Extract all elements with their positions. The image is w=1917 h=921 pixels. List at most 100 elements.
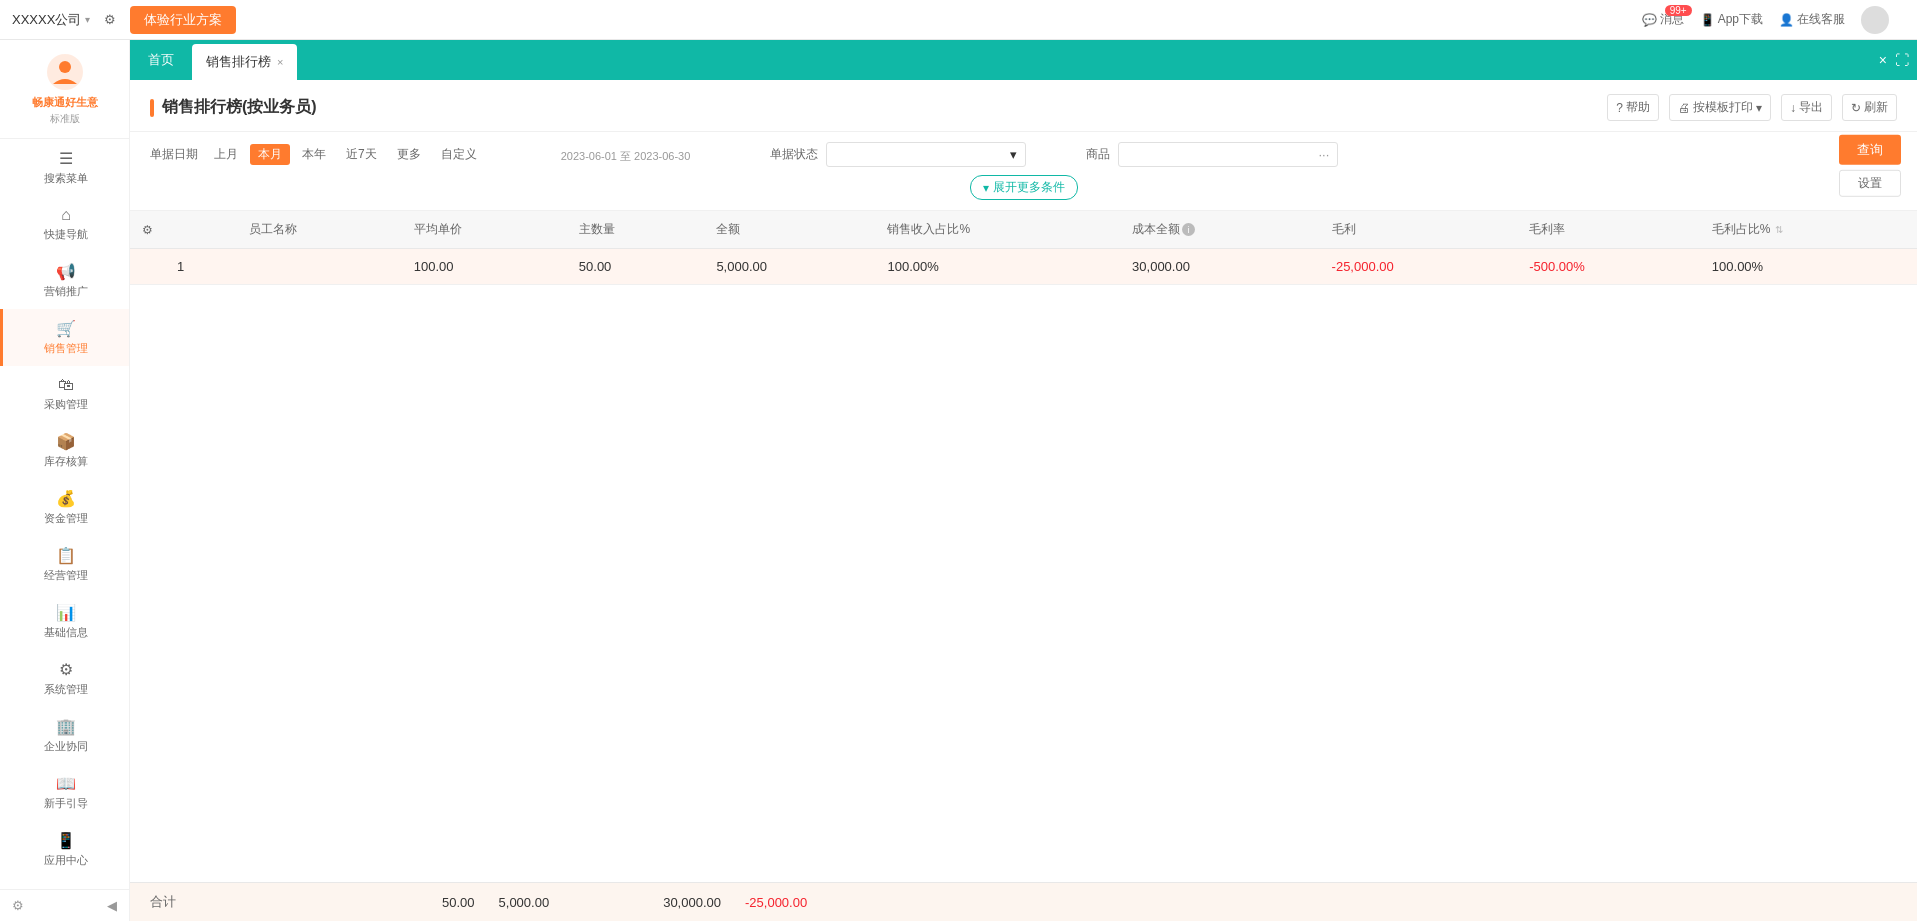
filter-row: 单据日期 上月 本月 本年 近7天 更多 自定义 2023-06-0 — [150, 142, 1897, 167]
table-wrapper: ⚙ 员工名称 平均单价 主数量 全额 销售收入占比% 成本全额 i — [130, 211, 1917, 882]
settings-button[interactable]: 设置 — [1839, 169, 1901, 196]
help-button[interactable]: ? 帮助 — [1607, 94, 1659, 121]
help-icon: ? — [1616, 101, 1623, 115]
tab-bar: 首页 销售排行榜 × × ⛶ — [130, 40, 1917, 80]
sidebar-label-inventory: 库存核算 — [44, 454, 88, 469]
home-icon: ⌂ — [61, 206, 71, 224]
sidebar-item-guide[interactable]: 📖 新手引导 — [0, 764, 129, 821]
window-maximize-icon[interactable]: ⛶ — [1895, 52, 1909, 68]
sidebar-item-system[interactable]: ⚙ 系统管理 — [0, 650, 129, 707]
summary-row: 合计 50.00 5,000.00 30,000.00 -25,000.00 — [130, 882, 1917, 921]
sidebar-settings-icon[interactable]: ⚙ — [12, 898, 24, 913]
sidebar-item-sales[interactable]: 🛒 销售管理 — [0, 309, 129, 366]
status-select[interactable]: ▾ — [826, 142, 1026, 167]
sidebar-item-operation[interactable]: 📋 经营管理 — [0, 536, 129, 593]
service-icon: 👤 — [1779, 13, 1794, 27]
summary-label: 合计 — [150, 893, 230, 911]
export-label: 导出 — [1799, 99, 1823, 116]
company-selector[interactable]: XXXXX公司 ▾ — [12, 11, 90, 29]
page-header: 销售排行榜(按业务员) ? 帮助 🖨 按模板打印 ▾ ↓ 导出 — [130, 80, 1917, 132]
cell-sales-pct: 100.00% — [875, 249, 1120, 285]
sidebar-item-quicknav[interactable]: ⌂ 快捷导航 — [0, 196, 129, 252]
app-label: App下载 — [1718, 11, 1763, 28]
tab-bar-right: × ⛶ — [1871, 40, 1917, 80]
more-dots-icon[interactable]: ··· — [1319, 147, 1330, 162]
sidebar-item-marketing[interactable]: 📢 营销推广 — [0, 252, 129, 309]
summary-spacer2 — [561, 895, 651, 910]
sidebar-item-search[interactable]: ☰ 搜索菜单 — [0, 139, 129, 196]
summary-spacer — [230, 895, 430, 910]
avatar[interactable] — [1861, 6, 1889, 34]
sidebar-item-wechat[interactable]: 💬 企业微信 — [0, 878, 129, 889]
header-actions: ? 帮助 🖨 按模板打印 ▾ ↓ 导出 ↻ 刷新 — [1607, 94, 1897, 121]
expand-button[interactable]: ▾ 展开更多条件 — [970, 175, 1078, 200]
export-icon: ↓ — [1790, 101, 1796, 115]
tab-home[interactable]: 首页 — [130, 40, 192, 80]
refresh-label: 刷新 — [1864, 99, 1888, 116]
cell-name — [237, 249, 402, 285]
date-tab-lastmonth[interactable]: 上月 — [206, 144, 246, 165]
date-tab-7days[interactable]: 近7天 — [338, 144, 385, 165]
sidebar-label-baseinfo: 基础信息 — [44, 625, 88, 640]
col-gross: 毛利 — [1320, 211, 1518, 249]
sidebar-item-finance[interactable]: 💰 资金管理 — [0, 479, 129, 536]
inventory-icon: 📦 — [56, 432, 76, 451]
tab-close-icon[interactable]: × — [277, 56, 283, 68]
col-sales-pct: 销售收入占比% — [875, 211, 1120, 249]
logo-icon — [45, 52, 85, 92]
settings-icon[interactable]: ⚙ — [98, 8, 122, 32]
app-download-button[interactable]: 📱 App下载 — [1700, 11, 1763, 28]
sidebar-menu: ☰ 搜索菜单 ⌂ 快捷导航 📢 营销推广 🛒 销售管理 🛍 采购管理 📦 库 — [0, 139, 129, 889]
goods-input[interactable]: ··· — [1118, 142, 1338, 167]
cost-info-icon[interactable]: i — [1182, 223, 1195, 236]
sidebar-label-finance: 资金管理 — [44, 511, 88, 526]
sidebar-item-inventory[interactable]: 📦 库存核算 — [0, 422, 129, 479]
date-tabs: 上月 本月 本年 近7天 更多 自定义 — [206, 144, 485, 165]
search-menu-icon: ☰ — [59, 149, 73, 168]
sidebar-label-operation: 经营管理 — [44, 568, 88, 583]
content-area: 销售排行榜(按业务员) ? 帮助 🖨 按模板打印 ▾ ↓ 导出 — [130, 80, 1917, 921]
logo-sub: 标准版 — [50, 112, 80, 126]
message-button[interactable]: 💬 消息 99+ — [1642, 11, 1684, 28]
sidebar-item-enterprise[interactable]: 🏢 企业协同 — [0, 707, 129, 764]
status-chevron-icon: ▾ — [1010, 147, 1017, 162]
sidebar-item-purchase[interactable]: 🛍 采购管理 — [0, 366, 129, 422]
table-row: 1 100.00 50.00 5,000.00 100.00% 30,000.0… — [130, 249, 1917, 285]
summary-cost: 30,000.00 — [651, 895, 733, 910]
col-gross-pct: 毛利占比% ⇅ — [1700, 211, 1917, 249]
tab-sales-ranking[interactable]: 销售排行榜 × — [192, 44, 297, 80]
guide-icon: 📖 — [56, 774, 76, 793]
cell-settings — [130, 249, 165, 285]
app-icon: 📱 — [1700, 13, 1715, 27]
online-service-button[interactable]: 👤 在线客服 — [1779, 11, 1845, 28]
query-button[interactable]: 查询 — [1839, 134, 1901, 164]
col-rank — [165, 211, 237, 249]
date-tab-custom[interactable]: 自定义 — [433, 144, 485, 165]
sidebar-collapse-icon[interactable]: ◀ — [107, 898, 117, 913]
sidebar-label-appcenter: 应用中心 — [44, 853, 88, 868]
sidebar-label-enterprise: 企业协同 — [44, 739, 88, 754]
date-tab-thisyear[interactable]: 本年 — [294, 144, 334, 165]
data-table: ⚙ 员工名称 平均单价 主数量 全额 销售收入占比% 成本全额 i — [130, 211, 1917, 285]
export-button[interactable]: ↓ 导出 — [1781, 94, 1832, 121]
message-icon: 💬 — [1642, 13, 1657, 27]
purchase-icon: 🛍 — [58, 376, 74, 394]
sidebar-item-baseinfo[interactable]: 📊 基础信息 — [0, 593, 129, 650]
sidebar-item-appcenter[interactable]: 📱 应用中心 — [0, 821, 129, 878]
col-qty: 主数量 — [567, 211, 705, 249]
date-filter: 单据日期 上月 本月 本年 近7天 更多 自定义 — [150, 144, 485, 165]
window-close-icon[interactable]: × — [1879, 52, 1887, 68]
sidebar-label-marketing: 营销推广 — [44, 284, 88, 299]
baseinfo-icon: 📊 — [56, 603, 76, 622]
trial-button[interactable]: 体验行业方案 — [130, 6, 236, 34]
refresh-button[interactable]: ↻ 刷新 — [1842, 94, 1897, 121]
date-tab-thismonth[interactable]: 本月 — [250, 144, 290, 165]
summary-amount: 5,000.00 — [487, 895, 562, 910]
print-button[interactable]: 🖨 按模板打印 ▾ — [1669, 94, 1771, 121]
col-settings[interactable]: ⚙ — [130, 211, 165, 249]
date-tab-more[interactable]: 更多 — [389, 144, 429, 165]
table-header: ⚙ 员工名称 平均单价 主数量 全额 销售收入占比% 成本全额 i — [130, 211, 1917, 249]
expand-row: ▾ 展开更多条件 — [150, 167, 1897, 200]
summary-data: 50.00 5,000.00 30,000.00 -25,000.00 — [230, 895, 819, 910]
sort-icon[interactable]: ⇅ — [1775, 224, 1783, 235]
